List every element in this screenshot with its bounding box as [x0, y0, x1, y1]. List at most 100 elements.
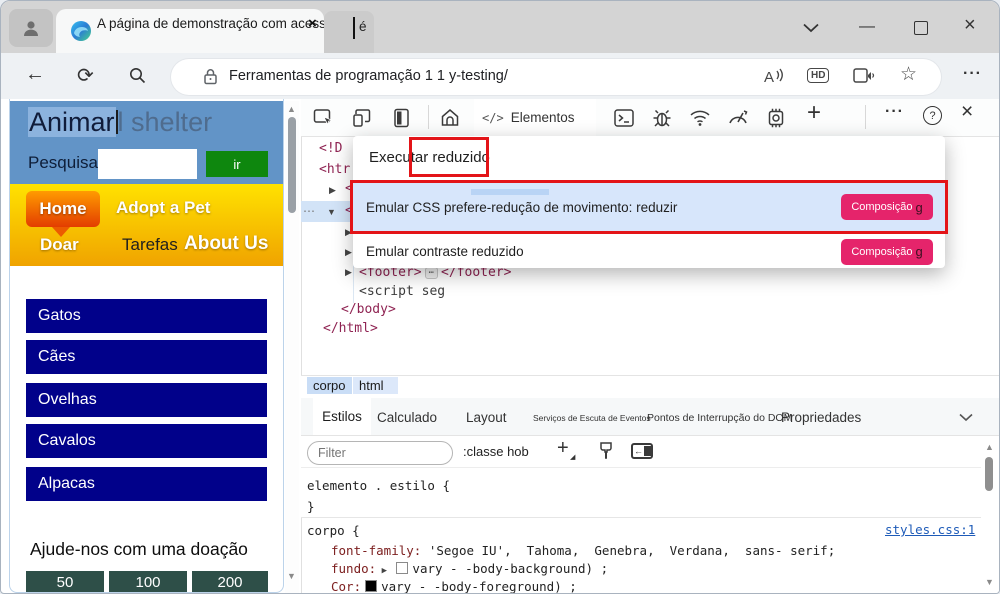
performance-gauge-icon[interactable]: [727, 108, 749, 128]
command-palette: Executar reduzido Emular CSS prefere-red…: [353, 136, 945, 268]
dom-line-doctype[interactable]: <!D: [319, 141, 342, 156]
tab-styles[interactable]: Estilos: [313, 398, 371, 435]
devtools-close-icon[interactable]: ×: [961, 100, 973, 124]
tab-elements-label: Elementos: [511, 110, 575, 125]
minimize-button[interactable]: —: [859, 18, 875, 36]
donate-50-button[interactable]: 50: [26, 571, 104, 593]
dom-line-script[interactable]: <script seg: [359, 284, 445, 299]
tab-event-listeners[interactable]: Serviços de Escuta de Eventos: [533, 413, 651, 423]
more-tools-plus-icon[interactable]: +: [807, 99, 821, 127]
category-button-ovelhas[interactable]: Ovelhas: [26, 383, 267, 417]
dom-line-html[interactable]: <htr: [319, 162, 350, 177]
nav-donate[interactable]: Doar: [40, 235, 79, 255]
expand-arrow-icon[interactable]: ▶: [329, 185, 336, 196]
memory-chip-icon[interactable]: [765, 107, 787, 129]
maximize-button[interactable]: [914, 21, 928, 35]
scroll-up-icon[interactable]: ▲: [287, 104, 296, 114]
badge-label: Composição: [851, 201, 912, 213]
expand-arrow-icon-3[interactable]: ▶: [345, 247, 352, 258]
lock-icon: [203, 68, 218, 85]
tab-dom-breakpoints[interactable]: Pontos de Interrupção do DOM: [647, 412, 792, 424]
category-button-alpacas[interactable]: Alpacas: [26, 467, 267, 501]
paintbrush-icon[interactable]: [597, 441, 615, 461]
devtools-menu-icon[interactable]: ···: [885, 103, 904, 121]
styles-scroll-down-icon[interactable]: ▼: [985, 577, 994, 587]
css-value: 'Segoe IU', Tahoma, Genebra, Verdana, sa…: [421, 543, 835, 558]
tab-computed[interactable]: Calculado: [377, 410, 437, 425]
css-value: vary - -body-foreground) ;: [381, 579, 577, 594]
help-icon[interactable]: ?: [923, 106, 942, 125]
window-close-button[interactable]: ×: [964, 14, 976, 37]
breadcrumb-html[interactable]: html: [353, 377, 398, 394]
debugger-bug-icon[interactable]: [651, 107, 673, 129]
grid-toggle-icon[interactable]: ←: [631, 443, 653, 459]
color-swatch-black[interactable]: [365, 580, 377, 592]
tab-layout[interactable]: Layout: [466, 410, 507, 425]
page-search-input[interactable]: [98, 149, 197, 179]
scroll-down-icon[interactable]: ▼: [287, 571, 296, 581]
go-button[interactable]: ir: [206, 151, 268, 177]
back-button[interactable]: ←: [25, 63, 45, 86]
category-button-gatos[interactable]: Gatos: [26, 299, 267, 333]
inline-style-open[interactable]: elemento . estilo {: [307, 478, 450, 493]
palette-result-reduced-contrast[interactable]: Emular contraste reduzido Composiçãog: [353, 235, 945, 268]
tab-elements[interactable]: </> Elementos: [474, 99, 596, 136]
rule-selector[interactable]: corpo {: [307, 523, 360, 538]
page-scrollbar-thumb[interactable]: [288, 117, 296, 213]
collapse-arrow-icon[interactable]: ▼: [327, 207, 336, 217]
console-icon[interactable]: [613, 107, 635, 129]
stylesheet-source-link[interactable]: styles.css:1: [885, 522, 975, 537]
dom-breadcrumb-bar: [301, 375, 1000, 399]
color-swatch-white[interactable]: [396, 562, 408, 574]
network-wifi-icon[interactable]: [689, 109, 711, 127]
donate-200-button[interactable]: 200: [192, 571, 268, 593]
category-button-cavalos[interactable]: Cavalos: [26, 424, 267, 458]
nav-adopt-a-pet[interactable]: Adopt a Pet: [116, 198, 210, 218]
inspect-element-icon[interactable]: [313, 107, 335, 129]
url-text[interactable]: Ferramentas de programação 1 1 y-testing…: [229, 68, 508, 84]
result-label: Emular contraste reduzido: [366, 244, 524, 259]
plus-dropdown-caret-icon[interactable]: ◢: [570, 453, 575, 461]
fill-block: [644, 446, 651, 456]
hd-badge-icon[interactable]: HD: [807, 68, 829, 83]
rendering-badge: Composiçãog: [841, 194, 933, 220]
category-button-caes[interactable]: Cães: [26, 340, 267, 374]
read-aloud-icon[interactable]: A: [763, 67, 785, 85]
donate-100-button[interactable]: 100: [109, 571, 187, 593]
favorite-star-icon[interactable]: ☆: [900, 63, 917, 86]
page-viewport: Animarl shelter Pesquisar ir Home Adopt …: [9, 99, 284, 593]
device-emulation-icon[interactable]: [351, 107, 373, 129]
nav-home[interactable]: Home: [26, 191, 100, 227]
tabs-overflow-chevron-icon[interactable]: [959, 413, 973, 422]
nav-tasks[interactable]: Tarefas: [122, 235, 178, 255]
node-menu-dots-icon[interactable]: ⋯: [303, 204, 316, 218]
hov-cls-toggle[interactable]: :classe hob: [463, 444, 529, 459]
dom-line-html-close[interactable]: </html>: [323, 321, 378, 336]
expand-arrow-icon-4[interactable]: ▶: [345, 267, 352, 278]
collapsed-ellipsis-icon[interactable]: ⋯: [425, 267, 438, 279]
browser-menu-icon[interactable]: ···: [963, 65, 982, 83]
tab-close-icon[interactable]: ×: [308, 15, 317, 32]
tab-list-chevron-icon[interactable]: [803, 23, 819, 33]
expand-arrow-icon-2[interactable]: ▶: [345, 227, 352, 238]
styles-filter-input[interactable]: [307, 441, 453, 465]
search-icon[interactable]: [129, 67, 146, 84]
command-palette-query[interactable]: Executar reduzido: [369, 149, 490, 166]
tab-properties[interactable]: Propriedades: [781, 410, 861, 425]
nav-about-us[interactable]: About Us: [184, 233, 268, 255]
new-style-rule-plus-icon[interactable]: +: [557, 437, 569, 460]
styles-scroll-up-icon[interactable]: ▲: [985, 442, 994, 452]
css-background-line[interactable]: fundo: ▶ vary - -body-background) ;: [331, 561, 608, 576]
css-color-line[interactable]: Cor:vary - -body-foreground) ;: [331, 579, 577, 594]
css-font-family-line[interactable]: font-family: 'Segoe IU', Tahoma, Genebra…: [331, 543, 835, 558]
palette-result-reduced-motion[interactable]: Emular CSS prefere-redução de movimento:…: [353, 183, 945, 231]
breadcrumb-body[interactable]: corpo: [307, 377, 352, 394]
dom-line-body-close[interactable]: </body>: [341, 302, 396, 317]
split-screen-audio-icon[interactable]: [853, 67, 875, 85]
refresh-button[interactable]: ⟳: [77, 63, 94, 88]
dock-side-icon[interactable]: [393, 108, 411, 128]
profile-avatar[interactable]: [9, 9, 53, 47]
home-welcome-icon[interactable]: [439, 107, 461, 129]
styles-scrollbar-thumb[interactable]: [985, 457, 993, 491]
person-icon: [21, 18, 41, 38]
